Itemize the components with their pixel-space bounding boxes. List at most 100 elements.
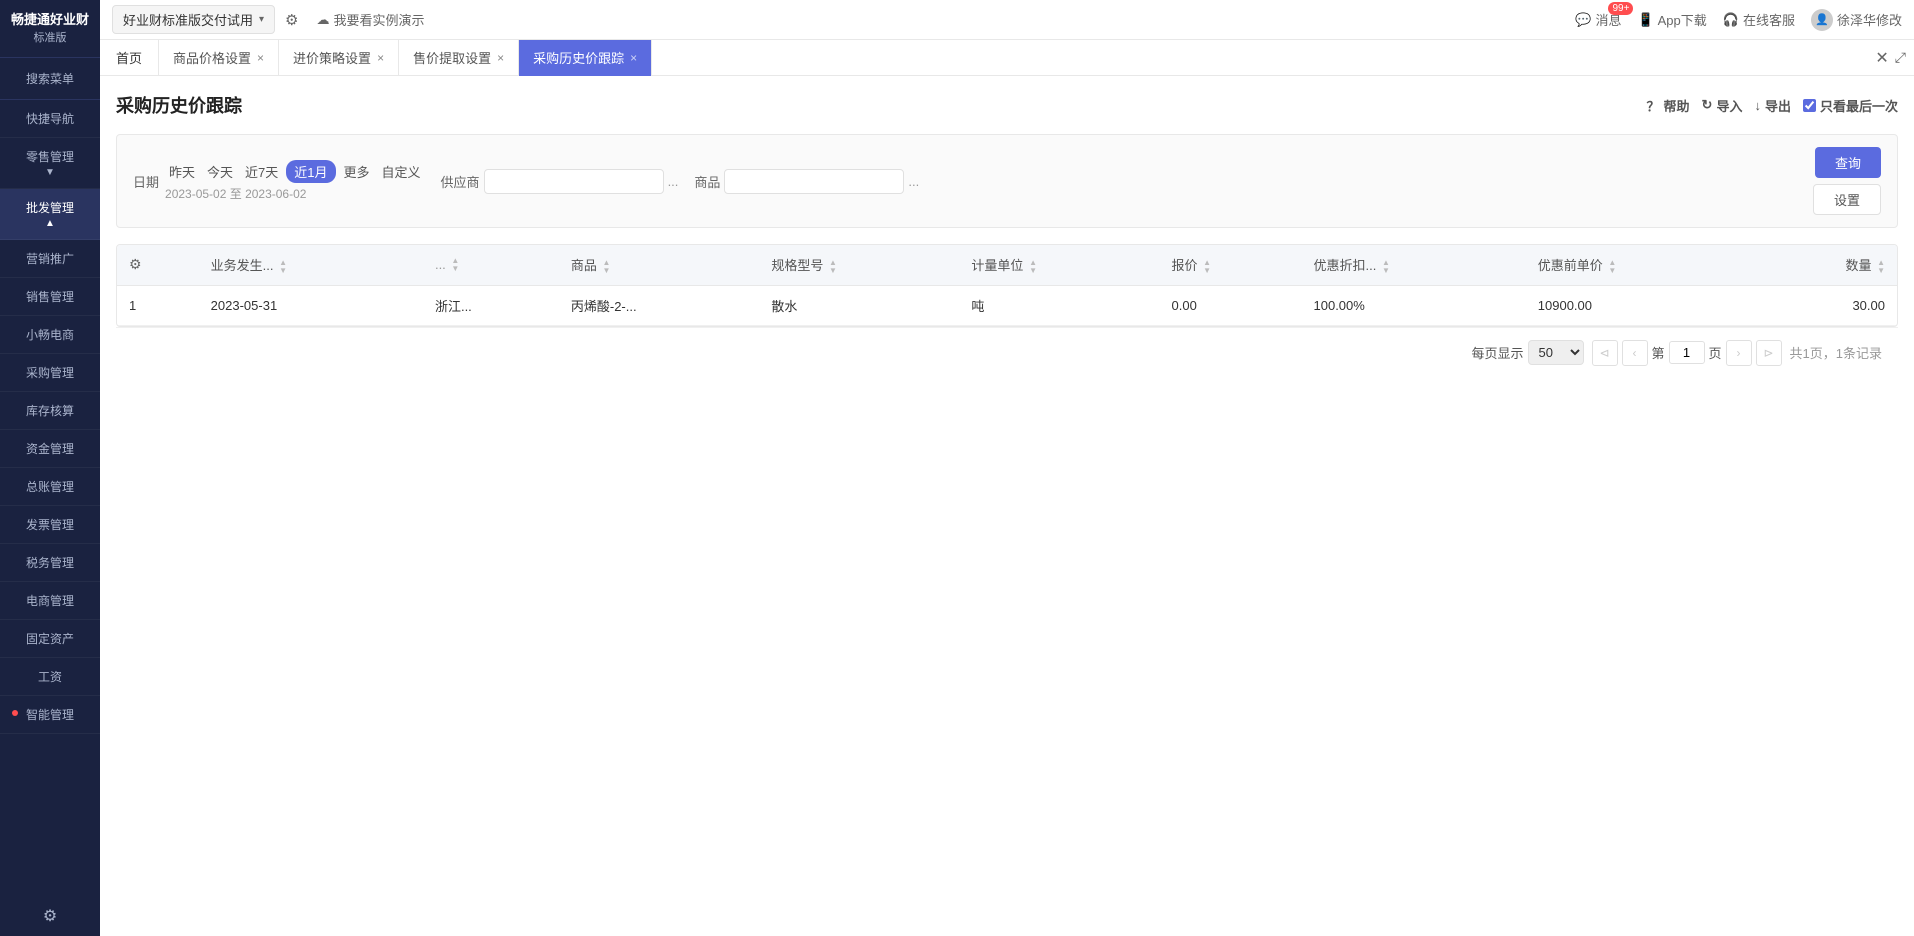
sidebar-item-general-ledger[interactable]: 总账管理 (0, 468, 100, 506)
tabbar: 首页 商品价格设置 × 进价策略设置 × 售价提取设置 × 采购历史价跟踪 × … (100, 40, 1914, 76)
sidebar-item-sales[interactable]: 销售管理 (0, 278, 100, 316)
sidebar-item-finance[interactable]: 资金管理 (0, 430, 100, 468)
page-title-text: 采购历史价跟踪 (116, 92, 242, 118)
sidebar-item-ecommerce[interactable]: 电商管理 (0, 582, 100, 620)
sidebar-item-marketing[interactable]: 营销推广 (0, 240, 100, 278)
query-button[interactable]: 查询 (1815, 147, 1881, 178)
sidebar-item-retail[interactable]: 零售管理 ▼ (0, 138, 100, 189)
tab-price-settings[interactable]: 商品价格设置 × (159, 40, 279, 76)
marketing-label: 营销推广 (26, 250, 74, 267)
main-area: 好业财标准版交付试用 ▾ ⚙ ☁ 我要看实例演示 💬 消息 99+ 📱 App下… (100, 0, 1914, 936)
filter-actions: 查询 设置 (1813, 147, 1881, 215)
tabbar-expand-icon[interactable]: ⤢ (1895, 49, 1906, 66)
supplier-more[interactable]: ... (668, 174, 679, 189)
th-biz-date[interactable]: 业务发生... ▲▼ (199, 245, 423, 285)
last-page-button[interactable]: ⊳ (1756, 340, 1782, 366)
sidebar-item-smart[interactable]: 智能管理 (0, 696, 100, 734)
app-download-label: App下载 (1658, 10, 1707, 29)
sidebar-item-payroll[interactable]: 工资 (0, 658, 100, 696)
retail-label: 零售管理 (26, 148, 74, 165)
th-quoted-price[interactable]: 报价 ▲▼ (1160, 245, 1302, 285)
only-last-checkbox[interactable] (1803, 99, 1816, 112)
inventory-label: 库存核算 (26, 402, 74, 419)
edition-selector[interactable]: 好业财标准版交付试用 ▾ (112, 5, 275, 34)
cell-unit: 吨 (959, 285, 1159, 325)
sort-icon-discount: ▲▼ (1382, 259, 1390, 275)
sidebar-item-wholesale[interactable]: 批发管理 ▲ (0, 189, 100, 240)
tab-sell-price[interactable]: 售价提取设置 × (399, 40, 519, 76)
tab-purchase-history[interactable]: 采购历史价跟踪 × (519, 40, 652, 76)
topbar-settings-icon[interactable]: ⚙ (285, 11, 298, 29)
search-menu-label[interactable]: 搜索菜单 (10, 66, 90, 91)
column-gear-icon[interactable]: ⚙ (129, 256, 142, 272)
th-spec[interactable]: 规格型号 ▲▼ (759, 245, 959, 285)
cell-quantity: 30.00 (1755, 285, 1897, 325)
next-page-button[interactable]: › (1726, 340, 1752, 366)
page-navigation: ⊲ ‹ 第 页 › ⊳ (1592, 340, 1782, 366)
sidebar-gear-icon[interactable]: ⚙ (43, 908, 57, 925)
sidebar-item-fixed-assets[interactable]: 固定资产 (0, 620, 100, 658)
help-label: 帮助 (1664, 96, 1690, 115)
sidebar-item-purchase[interactable]: 采购管理 (0, 354, 100, 392)
tab-sell-price-close[interactable]: × (497, 51, 504, 65)
support-button[interactable]: 🎧 在线客服 (1723, 10, 1795, 29)
tabbar-close-icon[interactable]: ✕ (1875, 48, 1888, 68)
page-input[interactable] (1669, 341, 1705, 364)
export-action[interactable]: ↓ 导出 (1754, 96, 1791, 115)
date-opt-custom[interactable]: 自定义 (378, 160, 425, 183)
cell-goods: 丙烯酸-2-... (559, 285, 759, 325)
messages-badge: 99+ (1608, 2, 1633, 15)
messages-button[interactable]: 💬 消息 99+ (1575, 10, 1621, 29)
th-quantity[interactable]: 数量 ▲▼ (1755, 245, 1897, 285)
cell-discount: 100.00% (1302, 285, 1526, 325)
date-opt-more[interactable]: 更多 (340, 160, 374, 183)
date-range-display: 2023-05-02 至 2023-06-02 (165, 185, 425, 202)
sidebar-item-tax[interactable]: 税务管理 (0, 544, 100, 582)
supplier-filter: 供应商 ... (441, 169, 679, 194)
th-ellipsis[interactable]: ... ▲▼ (423, 245, 559, 285)
tab-advance-strategy-close[interactable]: × (377, 51, 384, 65)
table-header-row: ⚙ 业务发生... ▲▼ ... ▲▼ 商品 (117, 245, 1897, 285)
sidebar-item-quick-nav[interactable]: 快捷导航 (0, 100, 100, 138)
sidebar-search-area[interactable]: 搜索菜单 (0, 58, 100, 100)
th-goods[interactable]: 商品 ▲▼ (559, 245, 759, 285)
page-unit: 页 (1709, 343, 1722, 362)
only-last-label: 只看最后一次 (1820, 96, 1898, 115)
cell-index: 1 (117, 285, 199, 325)
per-page-select[interactable]: 50 20 100 200 (1528, 340, 1584, 365)
tab-advance-strategy[interactable]: 进价策略设置 × (279, 40, 399, 76)
cloud-icon: ☁ (317, 12, 330, 28)
th-unit[interactable]: 计量单位 ▲▼ (959, 245, 1159, 285)
settings-button[interactable]: 设置 (1813, 184, 1881, 215)
sidebar-item-invoice[interactable]: 发票管理 (0, 506, 100, 544)
tab-home[interactable]: 首页 (100, 40, 159, 76)
help-action[interactable]: ？ 帮助 (1647, 96, 1690, 115)
supplier-input[interactable] (484, 169, 664, 194)
sidebar-item-inventory[interactable]: 库存核算 (0, 392, 100, 430)
per-page-selector: 每页显示 50 20 100 200 (1471, 340, 1583, 365)
only-last-checkbox-item[interactable]: 只看最后一次 (1803, 96, 1898, 115)
tab-purchase-history-close[interactable]: × (630, 51, 637, 65)
date-opt-last1month[interactable]: 近1月 (286, 160, 335, 183)
th-discount[interactable]: 优惠折扣... ▲▼ (1302, 245, 1526, 285)
export-icon: ↓ (1754, 98, 1761, 113)
demo-button[interactable]: ☁ 我要看实例演示 (317, 10, 425, 29)
th-gear[interactable]: ⚙ (117, 245, 199, 285)
date-opt-today[interactable]: 今天 (203, 160, 237, 183)
prev-page-button[interactable]: ‹ (1622, 340, 1648, 366)
tab-price-settings-close[interactable]: × (257, 51, 264, 65)
date-opt-yesterday[interactable]: 昨天 (165, 160, 199, 183)
sidebar-item-ecommerce-small[interactable]: 小畅电商 (0, 316, 100, 354)
date-opt-last7[interactable]: 近7天 (241, 160, 282, 183)
app-edition: 标准版 (8, 29, 92, 45)
cell-supplier: 浙江... (423, 285, 559, 325)
first-page-button[interactable]: ⊲ (1592, 340, 1618, 366)
user-button[interactable]: 👤 徐泽华修改 (1811, 9, 1902, 31)
goods-more[interactable]: ... (908, 174, 919, 189)
import-action[interactable]: ↻ 导入 (1702, 96, 1743, 115)
th-pre-discount-price[interactable]: 优惠前单价 ▲▼ (1526, 245, 1755, 285)
app-download-button[interactable]: 📱 App下载 (1637, 10, 1706, 29)
support-label: 在线客服 (1743, 10, 1795, 29)
headphone-icon: 🎧 (1723, 12, 1739, 28)
goods-input[interactable] (724, 169, 904, 194)
